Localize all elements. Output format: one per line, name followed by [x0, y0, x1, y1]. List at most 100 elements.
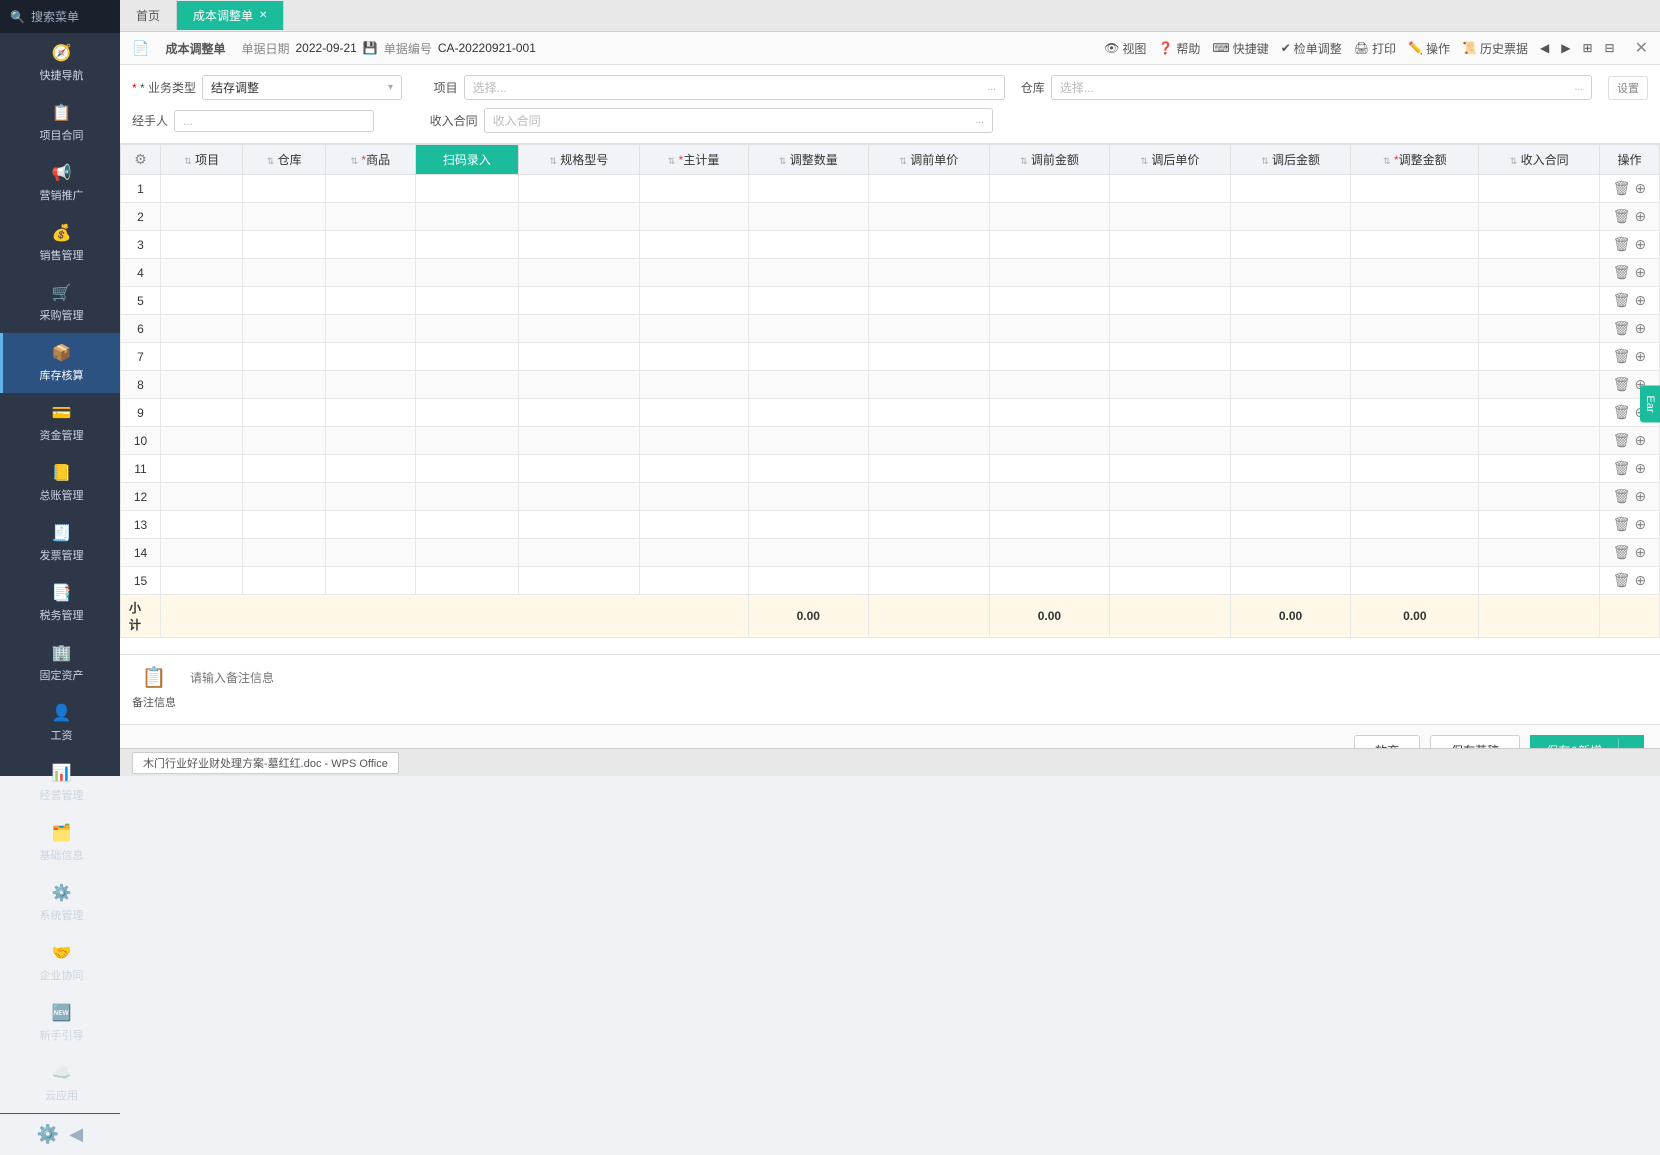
- cell-spec[interactable]: [519, 175, 640, 203]
- cell-after-price[interactable]: [1110, 315, 1231, 343]
- col-scan[interactable]: 扫码录入: [415, 145, 518, 175]
- cell-scan[interactable]: [415, 427, 518, 455]
- cell-spec[interactable]: [519, 455, 640, 483]
- cell-warehouse[interactable]: [243, 567, 325, 595]
- cell-after-amount[interactable]: [1230, 455, 1351, 483]
- cell-scan[interactable]: [415, 231, 518, 259]
- cell-project[interactable]: [161, 203, 243, 231]
- cell-spec[interactable]: [519, 399, 640, 427]
- sidebar-item-enterprise[interactable]: 🤝企业协同: [0, 933, 120, 993]
- cell-product[interactable]: [325, 175, 415, 203]
- cell-after-amount[interactable]: [1230, 259, 1351, 287]
- cell-after-price[interactable]: [1110, 287, 1231, 315]
- cell-after-amount[interactable]: [1230, 203, 1351, 231]
- cell-project[interactable]: [161, 231, 243, 259]
- cell-unit[interactable]: [639, 511, 748, 539]
- cell-unit[interactable]: [639, 343, 748, 371]
- cell-project[interactable]: [161, 259, 243, 287]
- sidebar-item-capital[interactable]: 💳资金管理: [0, 393, 120, 453]
- cell-scan[interactable]: [415, 371, 518, 399]
- cell-scan[interactable]: [415, 343, 518, 371]
- business-type-input[interactable]: 结存调整 ▾: [202, 75, 402, 100]
- cell-before-price[interactable]: [869, 483, 990, 511]
- cell-after-amount[interactable]: [1230, 511, 1351, 539]
- tab-cost-adjust[interactable]: 成本调整单 ✕: [177, 1, 284, 30]
- cell-adjust-amount[interactable]: [1351, 399, 1479, 427]
- cell-adjust-amount[interactable]: [1351, 259, 1479, 287]
- cell-scan[interactable]: [415, 399, 518, 427]
- cell-before-amount[interactable]: [989, 343, 1110, 371]
- cell-product[interactable]: [325, 231, 415, 259]
- sidebar-search[interactable]: 🔍 搜索菜单: [0, 0, 120, 33]
- cell-before-price[interactable]: [869, 567, 990, 595]
- cell-spec[interactable]: [519, 427, 640, 455]
- cell-after-price[interactable]: [1110, 371, 1231, 399]
- cell-after-amount[interactable]: [1230, 483, 1351, 511]
- cell-before-price[interactable]: [869, 315, 990, 343]
- cell-after-price[interactable]: [1110, 259, 1231, 287]
- cell-project[interactable]: [161, 287, 243, 315]
- cell-warehouse[interactable]: [243, 455, 325, 483]
- cell-scan[interactable]: [415, 567, 518, 595]
- cell-project[interactable]: [161, 455, 243, 483]
- row-copy-btn[interactable]: ⊕: [1635, 432, 1647, 449]
- cell-unit[interactable]: [639, 539, 748, 567]
- cell-before-amount[interactable]: [989, 539, 1110, 567]
- cell-before-price[interactable]: [869, 343, 990, 371]
- cell-adjust-amount[interactable]: [1351, 315, 1479, 343]
- cell-unit[interactable]: [639, 483, 748, 511]
- income-contract-input[interactable]: 收入合同 ...: [484, 108, 993, 133]
- row-copy-btn[interactable]: ⊕: [1635, 180, 1647, 197]
- row-delete-btn[interactable]: 🗑: [1613, 236, 1631, 253]
- cell-before-amount[interactable]: [989, 259, 1110, 287]
- cell-income-contract[interactable]: [1479, 259, 1600, 287]
- cell-before-price[interactable]: [869, 175, 990, 203]
- cell-after-amount[interactable]: [1230, 231, 1351, 259]
- row-delete-btn[interactable]: 🗑: [1613, 460, 1631, 477]
- row-delete-btn[interactable]: 🗑: [1613, 544, 1631, 561]
- row-delete-btn[interactable]: 🗑: [1613, 292, 1631, 309]
- cell-product[interactable]: [325, 483, 415, 511]
- cell-income-contract[interactable]: [1479, 231, 1600, 259]
- cell-product[interactable]: [325, 203, 415, 231]
- cell-adjust-amount[interactable]: [1351, 231, 1479, 259]
- cell-warehouse[interactable]: [243, 511, 325, 539]
- cell-product[interactable]: [325, 343, 415, 371]
- row-copy-btn[interactable]: ⊕: [1635, 572, 1647, 589]
- warehouse-input[interactable]: 选择... ...: [1051, 75, 1592, 100]
- cell-product[interactable]: [325, 259, 415, 287]
- row-copy-btn[interactable]: ⊕: [1635, 488, 1647, 505]
- cell-before-price[interactable]: [869, 427, 990, 455]
- cell-project[interactable]: [161, 175, 243, 203]
- cell-spec[interactable]: [519, 287, 640, 315]
- sidebar-item-project-contract[interactable]: 📋项目合同: [0, 93, 120, 153]
- cell-before-price[interactable]: [869, 511, 990, 539]
- row-copy-btn[interactable]: ⊕: [1635, 236, 1647, 253]
- cell-product[interactable]: [325, 287, 415, 315]
- save-icon[interactable]: 💾: [363, 41, 378, 55]
- cell-unit[interactable]: [639, 315, 748, 343]
- cell-after-price[interactable]: [1110, 175, 1231, 203]
- cell-income-contract[interactable]: [1479, 567, 1600, 595]
- cell-income-contract[interactable]: [1479, 371, 1600, 399]
- cell-unit[interactable]: [639, 231, 748, 259]
- row-copy-btn[interactable]: ⊕: [1635, 208, 1647, 225]
- cell-after-price[interactable]: [1110, 455, 1231, 483]
- cell-warehouse[interactable]: [243, 427, 325, 455]
- cell-unit[interactable]: [639, 427, 748, 455]
- cell-income-contract[interactable]: [1479, 539, 1600, 567]
- cell-income-contract[interactable]: [1479, 315, 1600, 343]
- cell-unit[interactable]: [639, 455, 748, 483]
- sidebar-item-system[interactable]: ⚙️系统管理: [0, 873, 120, 933]
- next-btn[interactable]: ▶: [1561, 41, 1570, 55]
- row-delete-btn[interactable]: 🗑: [1613, 208, 1631, 225]
- cell-adjust-qty[interactable]: [748, 175, 869, 203]
- remarks-icon-area[interactable]: 📋 备注信息: [132, 665, 176, 710]
- cell-before-amount[interactable]: [989, 231, 1110, 259]
- tab-close-icon[interactable]: ✕: [259, 10, 267, 21]
- cell-after-amount[interactable]: [1230, 399, 1351, 427]
- cell-warehouse[interactable]: [243, 399, 325, 427]
- cell-before-price[interactable]: [869, 231, 990, 259]
- cell-spec[interactable]: [519, 483, 640, 511]
- cell-unit[interactable]: [639, 567, 748, 595]
